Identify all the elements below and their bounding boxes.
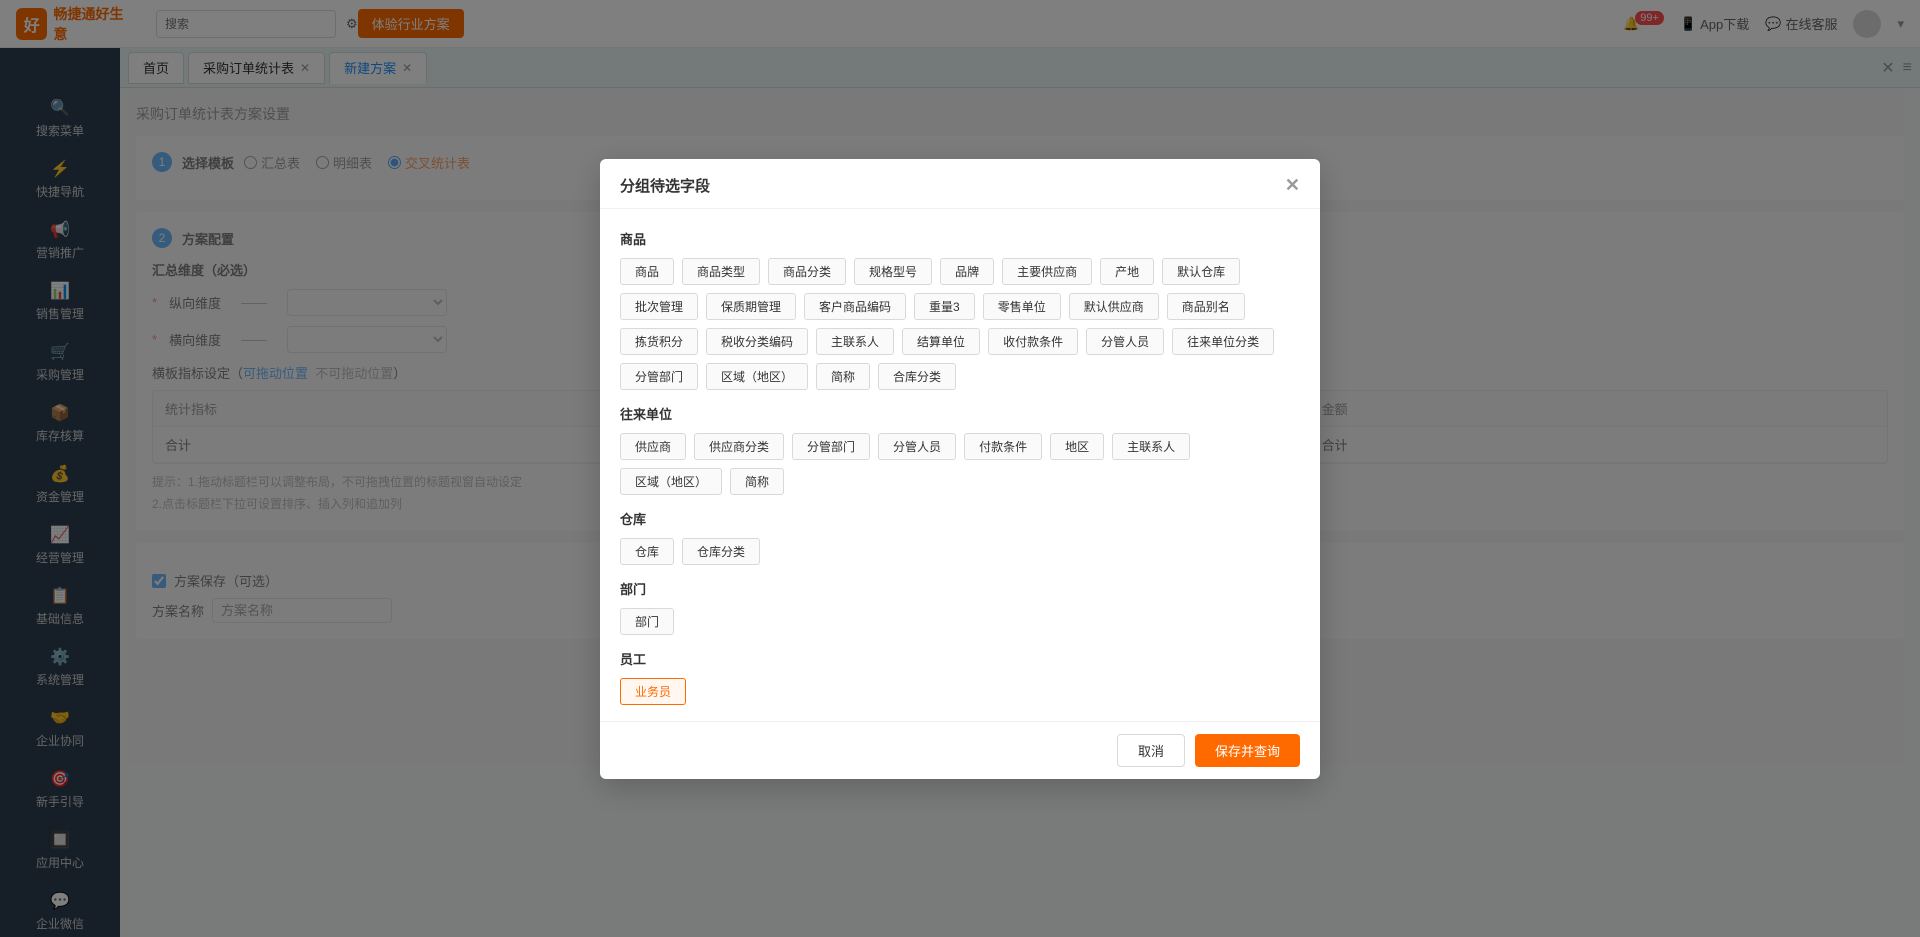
field-tag-region2[interactable]: 区域（地区） <box>620 468 722 495</box>
field-tag-default-warehouse[interactable]: 默认仓库 <box>1162 258 1240 285</box>
field-tag-goods[interactable]: 商品 <box>620 258 674 285</box>
field-tag-department[interactable]: 部门 <box>620 608 674 635</box>
field-tag-origin[interactable]: 产地 <box>1100 258 1154 285</box>
field-tag-warehouse[interactable]: 仓库 <box>620 538 674 565</box>
section-title-employee: 员工 <box>620 649 1300 668</box>
field-tag-payment-cond[interactable]: 付款条件 <box>964 433 1042 460</box>
field-tag-customer-code[interactable]: 客户商品编码 <box>804 293 906 320</box>
modal-title: 分组待选字段 <box>620 175 710 196</box>
dept-field-tags: 部门 <box>620 608 1300 635</box>
field-tag-salesperson[interactable]: 业务员 <box>620 678 686 705</box>
field-tag-goods-type[interactable]: 商品类型 <box>682 258 760 285</box>
field-tag-manager2[interactable]: 分管人员 <box>878 433 956 460</box>
section-title-goods: 商品 <box>620 229 1300 248</box>
section-title-dept: 部门 <box>620 579 1300 598</box>
field-tag-abbr[interactable]: 简称 <box>816 363 870 390</box>
goods-field-tags: 商品 商品类型 商品分类 规格型号 品牌 主要供应商 产地 默认仓库 批次管理 … <box>620 258 1300 390</box>
modal-body: 商品 商品 商品类型 商品分类 规格型号 品牌 主要供应商 产地 默认仓库 批次… <box>600 209 1320 721</box>
field-tag-counterparty-category[interactable]: 往来单位分类 <box>1172 328 1274 355</box>
save-button[interactable]: 保存并查询 <box>1195 734 1300 767</box>
field-tag-main-contact2[interactable]: 主联系人 <box>1112 433 1190 460</box>
field-tag-goods-alias[interactable]: 商品别名 <box>1167 293 1245 320</box>
field-tag-area[interactable]: 地区 <box>1050 433 1104 460</box>
modal-header: 分组待选字段 ✕ <box>600 159 1320 209</box>
field-tag-spec-model[interactable]: 规格型号 <box>854 258 932 285</box>
field-tag-manager[interactable]: 分管人员 <box>1086 328 1164 355</box>
field-tag-warehouse-category[interactable]: 合库分类 <box>878 363 956 390</box>
modal: 分组待选字段 ✕ 商品 商品 商品类型 商品分类 规格型号 品牌 主要供应商 产… <box>600 159 1320 779</box>
field-tag-warehouse-cat[interactable]: 仓库分类 <box>682 538 760 565</box>
counterparty-field-tags: 供应商 供应商分类 分管部门 分管人员 付款条件 地区 主联系人 区域（地区） … <box>620 433 1300 495</box>
cancel-button[interactable]: 取消 <box>1117 734 1185 767</box>
field-tag-default-supplier[interactable]: 默认供应商 <box>1069 293 1159 320</box>
field-tag-dept2[interactable]: 分管部门 <box>792 433 870 460</box>
field-tag-weight3[interactable]: 重量3 <box>914 293 975 320</box>
warehouse-field-tags: 仓库 仓库分类 <box>620 538 1300 565</box>
field-tag-goods-category[interactable]: 商品分类 <box>768 258 846 285</box>
field-tag-retail-unit[interactable]: 零售单位 <box>983 293 1061 320</box>
field-tag-tax-code[interactable]: 税收分类编码 <box>706 328 808 355</box>
field-tag-dept[interactable]: 分管部门 <box>620 363 698 390</box>
field-tag-supplier[interactable]: 供应商 <box>620 433 686 460</box>
field-tag-expiry-mgmt[interactable]: 保质期管理 <box>706 293 796 320</box>
section-title-counterparty: 往来单位 <box>620 404 1300 423</box>
field-tag-main-supplier[interactable]: 主要供应商 <box>1002 258 1092 285</box>
modal-footer: 取消 保存并查询 <box>600 721 1320 779</box>
modal-close-icon[interactable]: ✕ <box>1285 176 1300 194</box>
field-tag-pick-points[interactable]: 拣货积分 <box>620 328 698 355</box>
field-tag-main-contact[interactable]: 主联系人 <box>816 328 894 355</box>
field-tag-supplier-category[interactable]: 供应商分类 <box>694 433 784 460</box>
field-tag-abbr2[interactable]: 简称 <box>730 468 784 495</box>
employee-field-tags: 业务员 <box>620 678 1300 705</box>
modal-overlay: 分组待选字段 ✕ 商品 商品 商品类型 商品分类 规格型号 品牌 主要供应商 产… <box>0 0 1920 937</box>
field-tag-brand[interactable]: 品牌 <box>940 258 994 285</box>
field-tag-settlement-unit[interactable]: 结算单位 <box>902 328 980 355</box>
field-tag-batch-mgmt[interactable]: 批次管理 <box>620 293 698 320</box>
section-title-warehouse: 仓库 <box>620 509 1300 528</box>
field-tag-region[interactable]: 区域（地区） <box>706 363 808 390</box>
field-tag-payment-terms[interactable]: 收付款条件 <box>988 328 1078 355</box>
